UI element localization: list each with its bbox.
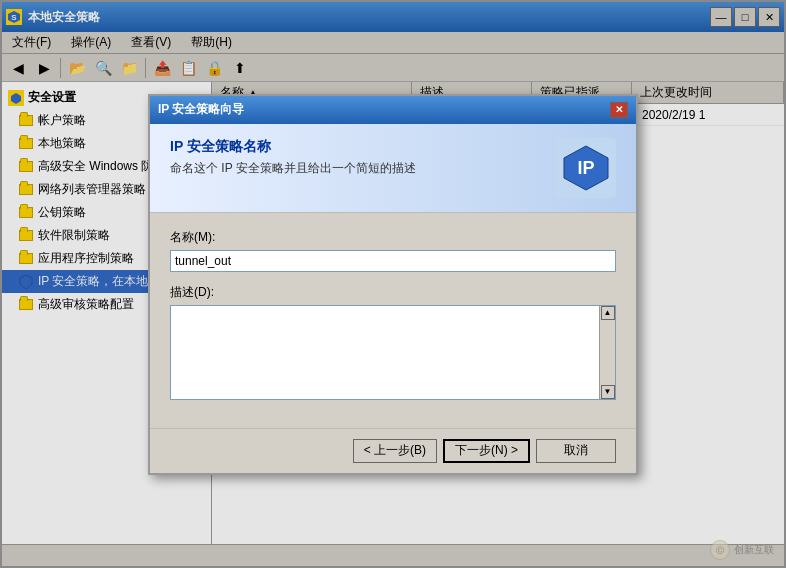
- name-input[interactable]: [170, 250, 616, 272]
- cancel-button[interactable]: 取消: [536, 439, 616, 463]
- desc-textarea-wrapper: ▲ ▼: [170, 305, 616, 400]
- back-button[interactable]: < 上一步(B): [353, 439, 437, 463]
- dialog-banner-icon: IP: [556, 138, 616, 198]
- desc-label: 描述(D):: [170, 284, 616, 301]
- dialog: IP 安全策略向导 ✕ IP 安全策略名称 命名这个 IP 安全策略并且给出一个…: [148, 94, 638, 475]
- dialog-body: IP 安全策略名称 命名这个 IP 安全策略并且给出一个简短的描述 IP 名称(…: [150, 124, 636, 428]
- dialog-close-button[interactable]: ✕: [610, 102, 628, 118]
- dialog-overlay: IP 安全策略向导 ✕ IP 安全策略名称 命名这个 IP 安全策略并且给出一个…: [0, 0, 786, 568]
- name-field-group: 名称(M):: [170, 229, 616, 272]
- dialog-section-subtitle: 命名这个 IP 安全策略并且给出一个简短的描述: [170, 160, 540, 177]
- dialog-title-bar: IP 安全策略向导 ✕: [150, 96, 636, 124]
- scrollbar-up-btn[interactable]: ▲: [601, 306, 615, 320]
- desc-field-group: 描述(D): ▲ ▼: [170, 284, 616, 400]
- dialog-section-title: IP 安全策略名称: [170, 138, 540, 156]
- dialog-title: IP 安全策略向导: [158, 101, 610, 118]
- next-button[interactable]: 下一步(N) >: [443, 439, 530, 463]
- desc-textarea[interactable]: [171, 306, 599, 396]
- dialog-footer: < 上一步(B) 下一步(N) > 取消: [150, 428, 636, 473]
- svg-text:IP: IP: [577, 158, 594, 178]
- scrollbar-thumb: [601, 320, 615, 385]
- name-label: 名称(M):: [170, 229, 616, 246]
- scrollbar-down-btn[interactable]: ▼: [601, 385, 615, 399]
- textarea-scrollbar: ▲ ▼: [599, 306, 615, 399]
